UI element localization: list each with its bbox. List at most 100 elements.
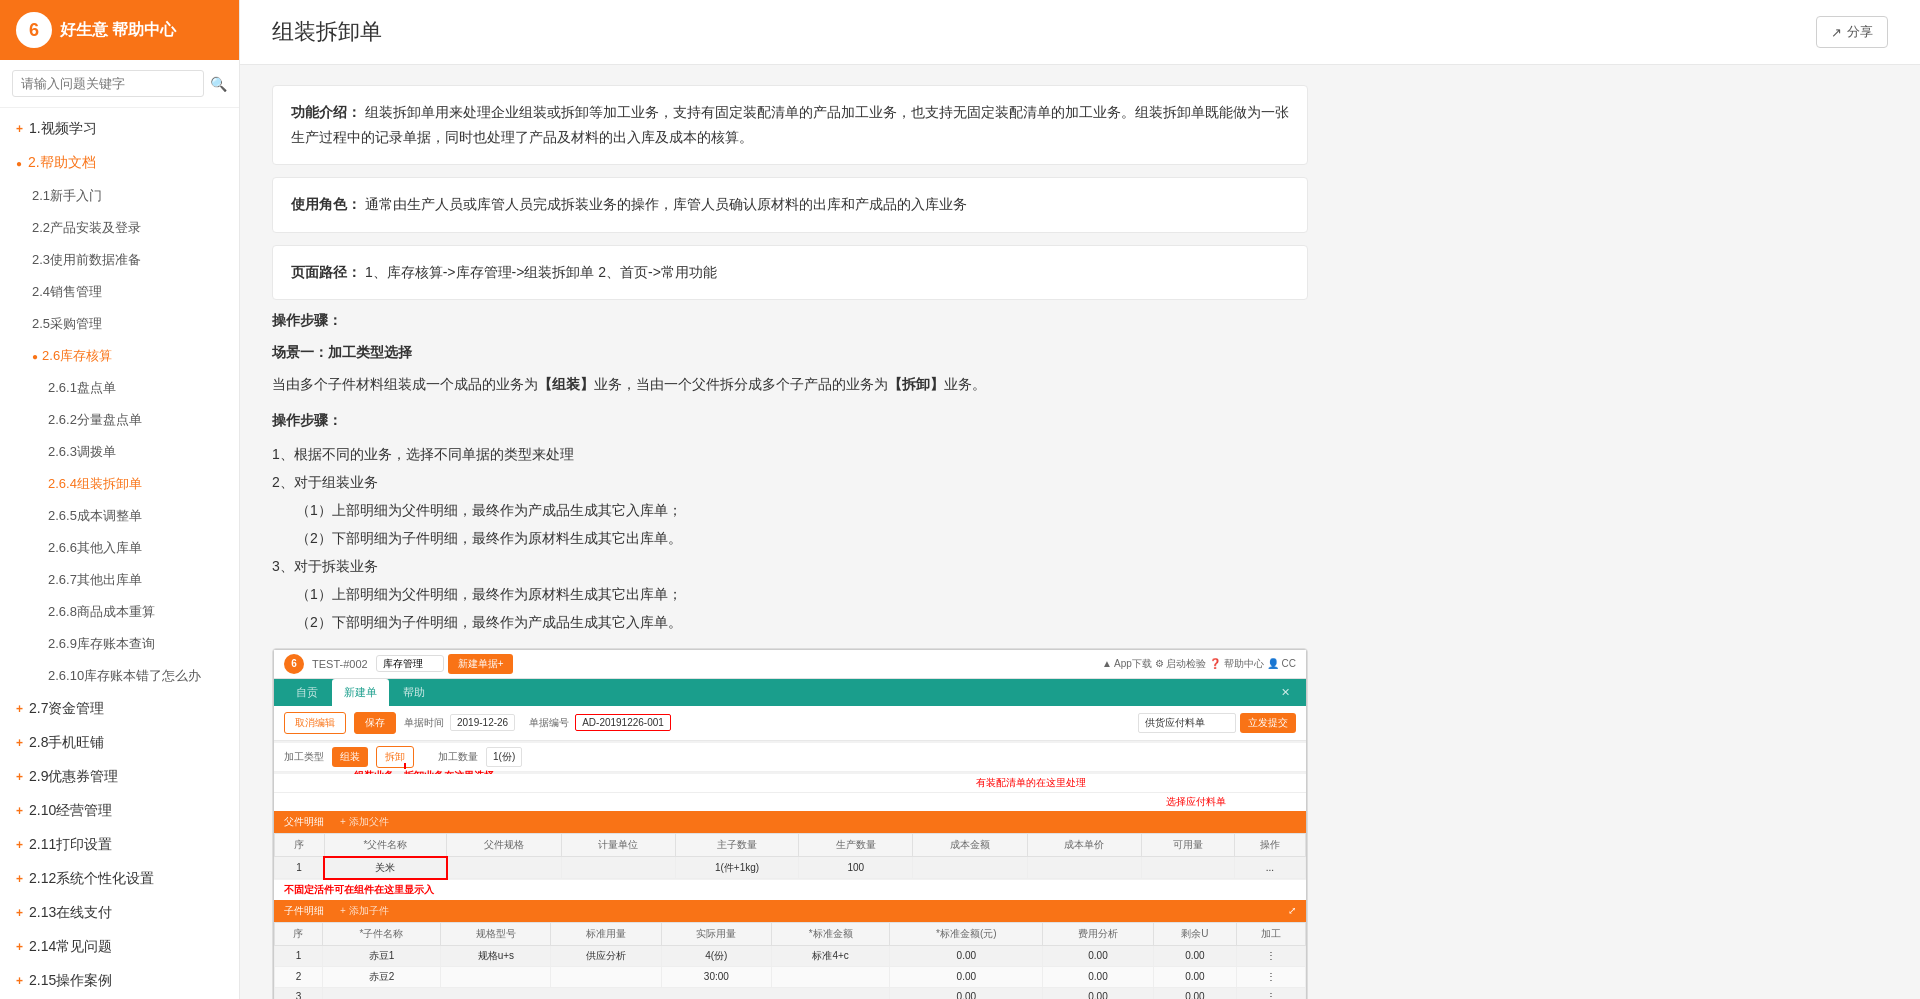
expand-icon-2: +	[16, 702, 23, 716]
role-text: 通常由生产人员或库管人员完成拆装业务的操作，库管人员确认原材料的出库和产成品的入…	[365, 196, 967, 212]
sidebar-item-finance[interactable]: + 2.7资金管理	[0, 692, 239, 726]
share-button[interactable]: ↗ 分享	[1816, 16, 1888, 48]
expand-icon: +	[16, 122, 23, 136]
sidebar-item-cost-recalc[interactable]: 2.6.8商品成本重算	[0, 596, 239, 628]
btd-proc[interactable]: ⋮	[1237, 945, 1306, 966]
sidebar-item-cases[interactable]: + 2.15操作案例	[0, 964, 239, 998]
th-qty-plan: 主子数量	[675, 833, 798, 857]
td-qty-prod[interactable]: 100	[799, 857, 913, 879]
app-topbar-right: ▲ App下载 ⚙ 启动检验 ❓ 帮助中心 👤 CC	[1102, 657, 1296, 671]
sidebar-item-coupon[interactable]: + 2.9优惠券管理	[0, 760, 239, 794]
app-tab-home[interactable]: 自贡	[284, 679, 330, 706]
sidebar-label-video: 1.视频学习	[29, 120, 97, 138]
sidebar-label-print: 2.11打印设置	[29, 836, 112, 854]
sidebar-item-dataprep[interactable]: 2.3使用前数据准备	[0, 244, 239, 276]
app-tab-close[interactable]: ✕	[1275, 680, 1296, 705]
sidebar-item-sys[interactable]: + 2.12系统个性化设置	[0, 862, 239, 896]
search-box: 🔍	[0, 60, 239, 108]
th-ops: 操作	[1234, 833, 1305, 857]
steps-list: 1、根据不同的业务，选择不同单据的类型来处理 2、对于组装业务 （1）上部明细为…	[272, 440, 1308, 636]
bth-spec: 规格型号	[441, 922, 551, 945]
app-type-disassembly[interactable]: 拆卸	[376, 746, 414, 768]
btd-proc[interactable]: ⋮	[1237, 966, 1306, 987]
app-title: 好生意 帮助中心	[60, 20, 176, 41]
sidebar-item-ledger-query[interactable]: 2.6.9库存账本查询	[0, 628, 239, 660]
app-btn-save[interactable]: 保存	[354, 712, 396, 734]
field-bom-select[interactable]: 供货应付料单	[1138, 713, 1236, 733]
sidebar-item-faq[interactable]: + 2.14常见问题	[0, 930, 239, 964]
td-parent-name[interactable]: 关米	[324, 857, 447, 879]
app-type-assembly[interactable]: 组装	[332, 747, 368, 767]
sidebar-item-stocktake[interactable]: 2.6.1盘点单	[0, 372, 239, 404]
app-btn-cancel[interactable]: 取消编辑	[284, 712, 346, 734]
sidebar-item-biz[interactable]: + 2.10经营管理	[0, 794, 239, 828]
bth-std-amt2: *标准金额(元)	[890, 922, 1043, 945]
search-icon[interactable]: 🔍	[210, 76, 227, 92]
bth-child-name: *子件名称	[322, 922, 440, 945]
btd-child-name[interactable]: 赤豆2	[322, 966, 440, 987]
app-screenshot: 6 TEST-#002 库存管理 新建单据+ ▲ App下载 ⚙ 启动检验 ❓ …	[273, 649, 1307, 999]
btd-actual[interactable]: 30:00	[661, 966, 771, 987]
sidebar-item-sales[interactable]: 2.4销售管理	[0, 276, 239, 308]
td-unit	[561, 857, 675, 879]
app-nav-tabs: 自贡 新建单 帮助 ✕	[274, 679, 1306, 706]
sidebar-label-finance: 2.7资金管理	[29, 700, 104, 718]
top-section-label: 父件明细	[284, 815, 324, 829]
td-row-ops[interactable]: ...	[1234, 857, 1305, 879]
th-num: 序	[275, 833, 325, 857]
sidebar-item-install[interactable]: 2.2产品安装及登录	[0, 212, 239, 244]
btd-actual[interactable]: 4(份)	[661, 945, 771, 966]
bth-num: 序	[275, 922, 323, 945]
field-number-value[interactable]: AD-20191226-001	[575, 714, 671, 731]
sidebar-item-purchase[interactable]: 2.5采购管理	[0, 308, 239, 340]
app-tab-help[interactable]: 帮助	[391, 679, 437, 706]
add-child-btn[interactable]: + 添加子件	[340, 904, 389, 918]
field-qty-value[interactable]: 1(份)	[486, 747, 522, 767]
expand-icon-table[interactable]: ⤢	[1288, 905, 1296, 916]
sidebar-item-newbie[interactable]: 2.1新手入门	[0, 180, 239, 212]
expand-icon-4: +	[16, 770, 23, 784]
sidebar-item-docs[interactable]: ● 2.帮助文档	[0, 146, 239, 180]
annotation-select-text: 选择应付料单	[274, 793, 1306, 811]
td-qty-plan[interactable]: 1(件+1kg)	[675, 857, 798, 879]
btd-spec	[441, 966, 551, 987]
field-date-value[interactable]: 2019-12-26	[450, 714, 515, 731]
field-type-label: 加工类型	[284, 750, 324, 764]
sidebar-item-inventory[interactable]: ● 2.6库存核算	[0, 340, 239, 372]
sidebar-item-transfer[interactable]: 2.6.3调拨单	[0, 436, 239, 468]
btd-bom: 供应分析	[551, 945, 661, 966]
btd-child-name[interactable]: 赤豆1	[322, 945, 440, 966]
role-label: 使用角色：	[291, 196, 361, 212]
nav-section: + 1.视频学习 ● 2.帮助文档 2.1新手入门 2.2产品安装及登录 2.3…	[0, 108, 239, 999]
sidebar-item-assembly[interactable]: 2.6.4组装拆卸单	[0, 468, 239, 500]
step2: 2、对于组装业务	[272, 468, 1308, 496]
ops-title: 操作步骤：	[272, 312, 1308, 330]
add-parent-btn[interactable]: + 添加父件	[340, 815, 389, 829]
app-tab-neworder[interactable]: 新建单	[332, 679, 389, 706]
sidebar-item-partial-stocktake[interactable]: 2.6.2分量盘点单	[0, 404, 239, 436]
sidebar-item-other-in[interactable]: 2.6.6其他入库单	[0, 532, 239, 564]
step3-sub2: （2）下部明细为子件明细，最终作为产成品生成其它入库单。	[296, 608, 1308, 636]
app-btn-approve[interactable]: 立发提交	[1240, 713, 1296, 733]
expand-icon-7: +	[16, 872, 23, 886]
annotation-row1: 加工类型 组装 拆卸 加工数量 1(份) 组装业务、拆卸业务在这里选择	[274, 741, 1306, 774]
app-top-section-header: 父件明细 + 添加父件	[274, 811, 1306, 833]
sidebar-item-other-out[interactable]: 2.6.7其他出库单	[0, 564, 239, 596]
sidebar-item-video[interactable]: + 1.视频学习	[0, 112, 239, 146]
btd-bom	[551, 966, 661, 987]
sidebar-item-mobile[interactable]: + 2.8手机旺铺	[0, 726, 239, 760]
path-label: 页面路径：	[291, 264, 361, 280]
expand-icon-10: +	[16, 974, 23, 988]
expand-icon-8: +	[16, 906, 23, 920]
app-new-btn[interactable]: 新建单据+	[448, 654, 514, 674]
sidebar-item-cost-adjust[interactable]: 2.6.5成本调整单	[0, 500, 239, 532]
sidebar-label-docs: 2.帮助文档	[28, 154, 96, 172]
sidebar-item-print[interactable]: + 2.11打印设置	[0, 828, 239, 862]
btd-proc[interactable]: ⋮	[1237, 987, 1306, 999]
sidebar-item-payment[interactable]: + 2.13在线支付	[0, 896, 239, 930]
sidebar-label-faq: 2.14常见问题	[29, 938, 112, 956]
app-bottom-table: 序 *子件名称 规格型号 标准用量 实际用量 *标准金额 *标准金额(元) 费用…	[274, 922, 1306, 999]
app-topbar-select[interactable]: 库存管理	[376, 655, 444, 672]
search-input[interactable]	[12, 70, 204, 97]
sidebar-item-ledger-error[interactable]: 2.6.10库存账本错了怎么办	[0, 660, 239, 692]
